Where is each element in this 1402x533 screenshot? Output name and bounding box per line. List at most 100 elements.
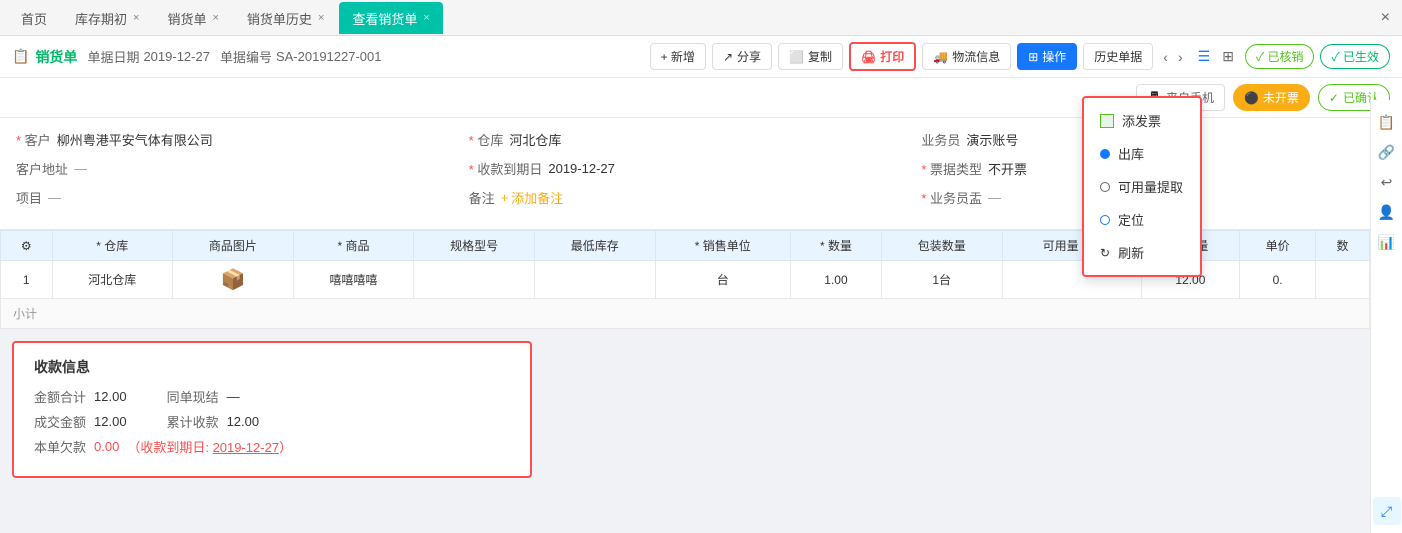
note-field: 备注 + 添加备注 [469,188,902,207]
toolbar-right: + 新增 ↗ 分享 ⬜ 复制 🖨 打印 🚚 物流信息 ⊞ 操作 历史单据 [650,42,1390,71]
owed-value: 0.00 [94,439,119,454]
row-pkgqty: 1台 [881,261,1002,299]
col-spec: 规格型号 [414,231,535,261]
tab-view-sales[interactable]: 查看销货单 × [339,2,442,34]
tab-close-sales[interactable]: × [212,12,218,24]
tab-close-view[interactable]: × [423,12,429,24]
row-spec [414,261,535,299]
dropdown-outbound[interactable]: 出库 [1084,137,1200,170]
total-amount-field: 金额合计 12.00 [34,387,127,406]
sidebar-doc-icon[interactable]: 📋 [1373,108,1401,136]
sidebar-user-icon[interactable]: 👤 [1373,198,1401,226]
customer-label: 客户 [16,130,51,149]
history-button[interactable]: 历史单据 [1083,43,1153,70]
row-qty: 1.00 [791,261,882,299]
col-settings[interactable]: ⚙ [1,231,53,261]
owed-suffix: （收款到期日: 2019-12-27） [127,437,292,456]
logistics-icon: 🚚 [933,50,948,64]
ticket-dot: ⚫ [1244,91,1259,105]
row-amount [1316,261,1370,299]
ticket-status-button[interactable]: ⚫ 未开票 [1233,84,1310,111]
toolbar-left: 📋 销货单 单据日期 2019-12-27 单据编号 SA-20191227-0… [12,47,640,67]
close-all-button[interactable]: × [1377,5,1394,31]
invoice-square-icon [1100,114,1114,128]
date-field: 单据日期 2019-12-27 [87,47,210,66]
doc-type-label: 📋 销货单 [12,47,77,67]
same-order-field: 同单现结 — [167,387,240,406]
dropdown-available-extract[interactable]: 可用量提取 [1084,170,1200,203]
customer-field: 客户 柳州粤港平安气体有限公司 [16,130,449,149]
sidebar-link-icon[interactable]: 🔗 [1373,138,1401,166]
doc-type-icon: 📋 [12,48,29,65]
tab-list: 首页 库存期初 × 销货单 × 销货单历史 × 查看销货单 × [8,2,443,34]
payment-info-title: 收款信息 [34,357,510,377]
col-product: * 商品 [293,231,414,261]
confirm-icon: ✓ [1329,91,1339,105]
tab-bar: 首页 库存期初 × 销货单 × 销货单历史 × 查看销货单 × × [0,0,1402,36]
deal-amount-label: 成交金额 [34,412,86,431]
ticket-label: 票据类型 [921,159,982,178]
tab-close-inventory[interactable]: × [133,12,139,24]
dropdown-add-invoice[interactable]: 添发票 [1084,104,1200,137]
salesman-label: 业务员盂 [921,188,982,207]
share-button[interactable]: ↗ 分享 [712,43,772,70]
tab-sales[interactable]: 销货单 × [154,2,231,34]
print-button[interactable]: 🖨 打印 [849,42,916,71]
nav-arrows: ‹ › [1159,47,1186,67]
refresh-icon: ↻ [1100,246,1110,260]
sidebar-expand-icon[interactable]: ⤢ [1373,497,1401,525]
logistics-button[interactable]: 🚚 物流信息 [922,43,1011,70]
list-layout-icon[interactable]: ☰ [1193,45,1216,68]
subtotal-label: 小计 [1,299,1370,329]
warehouse-value: 河北仓库 [509,130,561,149]
share-icon: ↗ [723,50,733,64]
operation-dropdown: 添发票 出库 可用量提取 定位 ↻ 刷新 [1082,96,1202,277]
col-image: 商品图片 [173,231,294,261]
col-price: 单价 [1240,231,1316,261]
copy-button[interactable]: ⬜ 复制 [778,43,843,70]
row-minstock [534,261,655,299]
new-button[interactable]: + 新增 [650,43,706,70]
col-unit: * 销售单位 [655,231,790,261]
next-button[interactable]: › [1174,47,1187,67]
operation-button[interactable]: ⊞ 操作 [1017,43,1077,70]
sidebar-return-icon[interactable]: ↩ [1373,168,1401,196]
tab-close-history[interactable]: × [318,12,324,24]
owed-label: 本单欠款 [34,437,86,456]
col-warehouse: * 仓库 [52,231,173,261]
deal-amount-field: 成交金额 12.00 [34,412,127,431]
dropdown-location[interactable]: 定位 [1084,203,1200,236]
add-note-button[interactable]: + 添加备注 [501,188,564,207]
tab-home[interactable]: 首页 [8,2,60,34]
project-label: 项目 [16,188,42,207]
sold-button[interactable]: ✓ 已核销 [1245,44,1315,69]
row-warehouse: 河北仓库 [52,261,173,299]
number-field: 单据编号 SA-20191227-001 [220,47,382,66]
layout-switcher: ☰ ⊞ [1193,45,1239,68]
grid-layout-icon[interactable]: ⊞ [1217,45,1239,68]
address-label: 客户地址 [16,159,68,178]
info-row-2: 成交金额 12.00 累计收款 12.00 [34,412,510,431]
tab-history[interactable]: 销货单历史 × [234,2,337,34]
copy-icon: ⬜ [789,50,804,64]
location-icon [1100,215,1110,225]
warehouse-field: 仓库 河北仓库 [469,130,902,149]
print-icon: 🖨 [861,50,876,64]
sidebar-chart-icon[interactable]: 📊 [1373,228,1401,256]
prev-button[interactable]: ‹ [1159,47,1172,67]
total-amount-label: 金额合计 [34,387,86,406]
cumulative-label: 累计收款 [167,412,219,431]
row-image: 📦 [173,261,294,299]
cumulative-value: 12.00 [227,414,260,429]
effect-button[interactable]: ✓ 已生效 [1320,44,1390,69]
deal-amount-value: 12.00 [94,414,127,429]
tab-inventory[interactable]: 库存期初 × [62,2,152,34]
subtotal-row: 小计 [1,299,1370,329]
payment-info-box: 收款信息 金额合计 12.00 同单现结 — 成交金额 12.00 累计收款 [12,341,532,478]
dropdown-refresh[interactable]: ↻ 刷新 [1084,236,1200,269]
col-amount: 数 [1316,231,1370,261]
address-field: 客户地址 — [16,159,449,178]
outbound-dot-icon [1100,149,1110,159]
row-product: 嘻嘻嘻嘻 [293,261,414,299]
app-container: 首页 库存期初 × 销货单 × 销货单历史 × 查看销货单 × × [0,0,1402,533]
